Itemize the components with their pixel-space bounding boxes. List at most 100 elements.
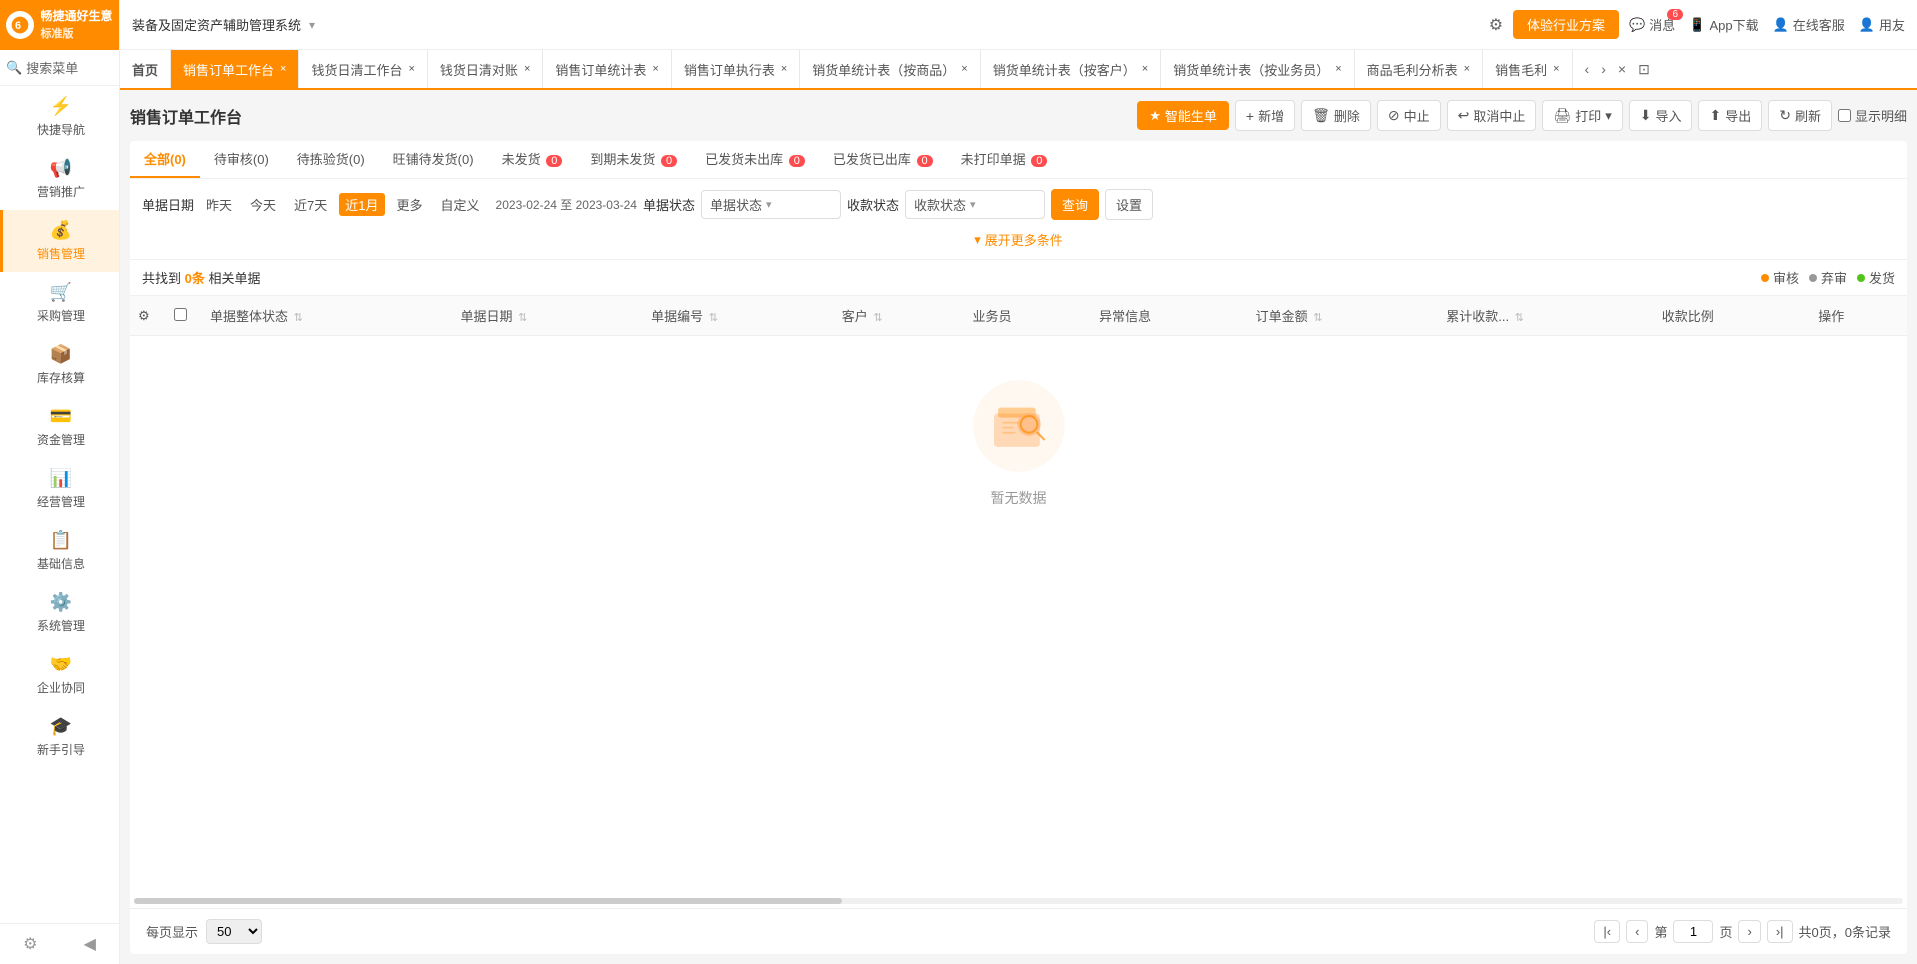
sidebar-item-finance[interactable]: 💳 资金管理 [0,396,119,458]
tab-sales-order-stats[interactable]: 销售订单统计表 × [543,50,671,89]
page-prev-btn[interactable]: ‹ [1626,920,1648,943]
ship-btn[interactable]: 发货 [1857,268,1895,287]
tab-next-btn[interactable]: › [1597,59,1610,79]
subtab-wangpu-pending-ship[interactable]: 旺铺待发货(0) [379,141,488,178]
sidebar-item-guide[interactable]: 🎓 新手引导 [0,706,119,768]
scrollbar-thumb[interactable] [134,898,842,904]
refresh-btn[interactable]: ↻ 刷新 [1768,100,1832,131]
date-1month[interactable]: 近1月 [339,193,384,216]
tab-close-all-btn[interactable]: × [1614,59,1630,79]
sort-icon[interactable]: ⇅ [518,312,527,324]
sort-icon[interactable]: ⇅ [1313,312,1322,324]
tab-product-margin[interactable]: 商品毛利分析表 × [1355,50,1483,89]
table-scroll-area[interactable]: ⚙ 单据整体状态 ⇅ 单据日期 ⇅ [130,296,1907,894]
sort-icon[interactable]: ⇅ [294,312,303,324]
delete-btn[interactable]: 🗑 删除 [1301,100,1371,131]
select-all-checkbox[interactable] [174,308,187,321]
sidebar-item-sales[interactable]: 💰 销售管理 [0,210,119,272]
page-size-select[interactable]: 50 10 20 100 [206,919,262,944]
online-service-btn[interactable]: 👤 在线客服 [1773,15,1845,34]
close-icon[interactable]: × [524,63,530,75]
sidebar-search[interactable]: 🔍 搜索菜单 [0,50,119,86]
subtab-overdue-not-shipped[interactable]: 到期未发货 0 [576,141,691,178]
tab-sales-order-workbench[interactable]: 销售订单工作台 × [171,50,299,89]
add-btn[interactable]: + 新增 [1235,100,1295,131]
stop-btn[interactable]: ⊘ 中止 [1377,100,1441,131]
tab-cash-reconcile[interactable]: 钱货日清对账 × [428,50,543,89]
user-btn[interactable]: 👤 用友 [1859,15,1905,34]
close-icon[interactable]: × [280,63,286,75]
date-7days[interactable]: 近7天 [288,193,333,216]
sidebar-item-operation[interactable]: 📊 经营管理 [0,458,119,520]
sidebar-item-system[interactable]: ⚙️ 系统管理 [0,582,119,644]
sidebar-item-purchase[interactable]: 🛒 采购管理 [0,272,119,334]
import-btn[interactable]: ⬇ 导入 [1629,100,1693,131]
column-settings-icon[interactable]: ⚙ [138,308,150,323]
tab-sales-stats-salesman[interactable]: 销货单统计表（按业务员） × [1161,50,1354,89]
collapse-btn[interactable]: ◀ [84,934,96,954]
subtab-shipped-out-label: 已发货已出库 [833,152,911,167]
page-input[interactable] [1673,920,1713,943]
tab-sales-stats-product[interactable]: 销货单统计表（按商品） × [800,50,980,89]
sort-icon[interactable]: ⇅ [873,312,882,324]
smart-generate-btn[interactable]: ★ 智能生单 [1137,101,1229,130]
message-btn[interactable]: 💬 消息 6 [1629,15,1675,34]
page-size-label: 每页显示 [146,922,198,941]
subtab-shipped-out[interactable]: 已发货已出库 0 [819,141,947,178]
sidebar-item-quick-nav[interactable]: ⚡ 快捷导航 [0,86,119,148]
status-select[interactable]: 单据状态 ▾ [701,190,841,219]
date-yesterday[interactable]: 昨天 [200,193,238,216]
close-icon[interactable]: × [1142,63,1148,75]
close-icon[interactable]: × [652,63,658,75]
tab-prev-btn[interactable]: ‹ [1581,59,1594,79]
show-detail-checkbox[interactable]: 显示明细 [1838,106,1907,125]
subtab-not-printed[interactable]: 未打印单据 0 [947,141,1062,178]
tab-expand-btn[interactable]: ⊡ [1634,59,1654,80]
add-icon: + [1246,108,1254,124]
review-btn[interactable]: 审核 [1761,268,1799,287]
date-more[interactable]: 更多 [391,193,429,216]
abandon-review-btn[interactable]: 弃审 [1809,268,1847,287]
experience-btn[interactable]: 体验行业方案 [1513,10,1619,39]
close-icon[interactable]: × [1553,63,1559,75]
subtab-pending-review[interactable]: 待审核(0) [200,141,283,178]
settings-filter-btn[interactable]: 设置 [1105,189,1153,220]
subtab-not-shipped[interactable]: 未发货 0 [488,141,577,178]
sidebar-item-marketing[interactable]: 📢 营销推广 [0,148,119,210]
horizontal-scrollbar[interactable] [130,894,1907,908]
query-btn[interactable]: 查询 [1051,189,1099,220]
page-first-btn[interactable]: |‹ [1594,920,1620,943]
subtab-pending-inspect[interactable]: 待拣验货(0) [283,141,379,178]
sidebar-item-basic-info[interactable]: 📋 基础信息 [0,520,119,582]
app-download-btn[interactable]: 📱 App下载 [1689,15,1758,34]
date-custom[interactable]: 自定义 [435,193,486,216]
cancel-stop-btn[interactable]: ↩ 取消中止 [1447,100,1537,131]
close-icon[interactable]: × [1335,63,1341,75]
date-today[interactable]: 今天 [244,193,282,216]
page-next-btn[interactable]: › [1738,920,1760,943]
sidebar-item-enterprise[interactable]: 🤝 企业协同 [0,644,119,706]
subtab-shipped-not-out[interactable]: 已发货未出库 0 [691,141,819,178]
export-btn[interactable]: ⬆ 导出 [1698,100,1762,131]
sort-icon[interactable]: ⇅ [1515,312,1524,324]
sort-icon[interactable]: ⇅ [709,312,718,324]
expand-conditions-btn[interactable]: ▾ 展开更多条件 [974,230,1063,249]
show-detail-input[interactable] [1838,109,1851,122]
close-icon[interactable]: × [1464,63,1470,75]
gear-icon[interactable]: ⚙ [1489,15,1503,35]
close-icon[interactable]: × [961,63,967,75]
tab-cash-daily[interactable]: 钱货日清工作台 × [299,50,427,89]
sidebar-item-inventory[interactable]: 📦 库存核算 [0,334,119,396]
tab-sales-order-exec[interactable]: 销售订单执行表 × [672,50,800,89]
print-btn[interactable]: 🖨 打印 ▾ [1542,100,1622,131]
stop-label: 中止 [1404,106,1430,125]
close-icon[interactable]: × [408,63,414,75]
close-icon[interactable]: × [781,63,787,75]
payment-select[interactable]: 收款状态 ▾ [905,190,1045,219]
tab-sales-gross[interactable]: 销售毛利 × [1483,50,1572,89]
settings-bottom-btn[interactable]: ⚙ [23,934,37,954]
tab-sales-stats-customer[interactable]: 销货单统计表（按客户） × [981,50,1161,89]
subtab-all[interactable]: 全部(0) [130,141,200,178]
page-last-btn[interactable]: ›| [1767,920,1793,943]
tab-home[interactable]: 首页 [120,50,171,89]
